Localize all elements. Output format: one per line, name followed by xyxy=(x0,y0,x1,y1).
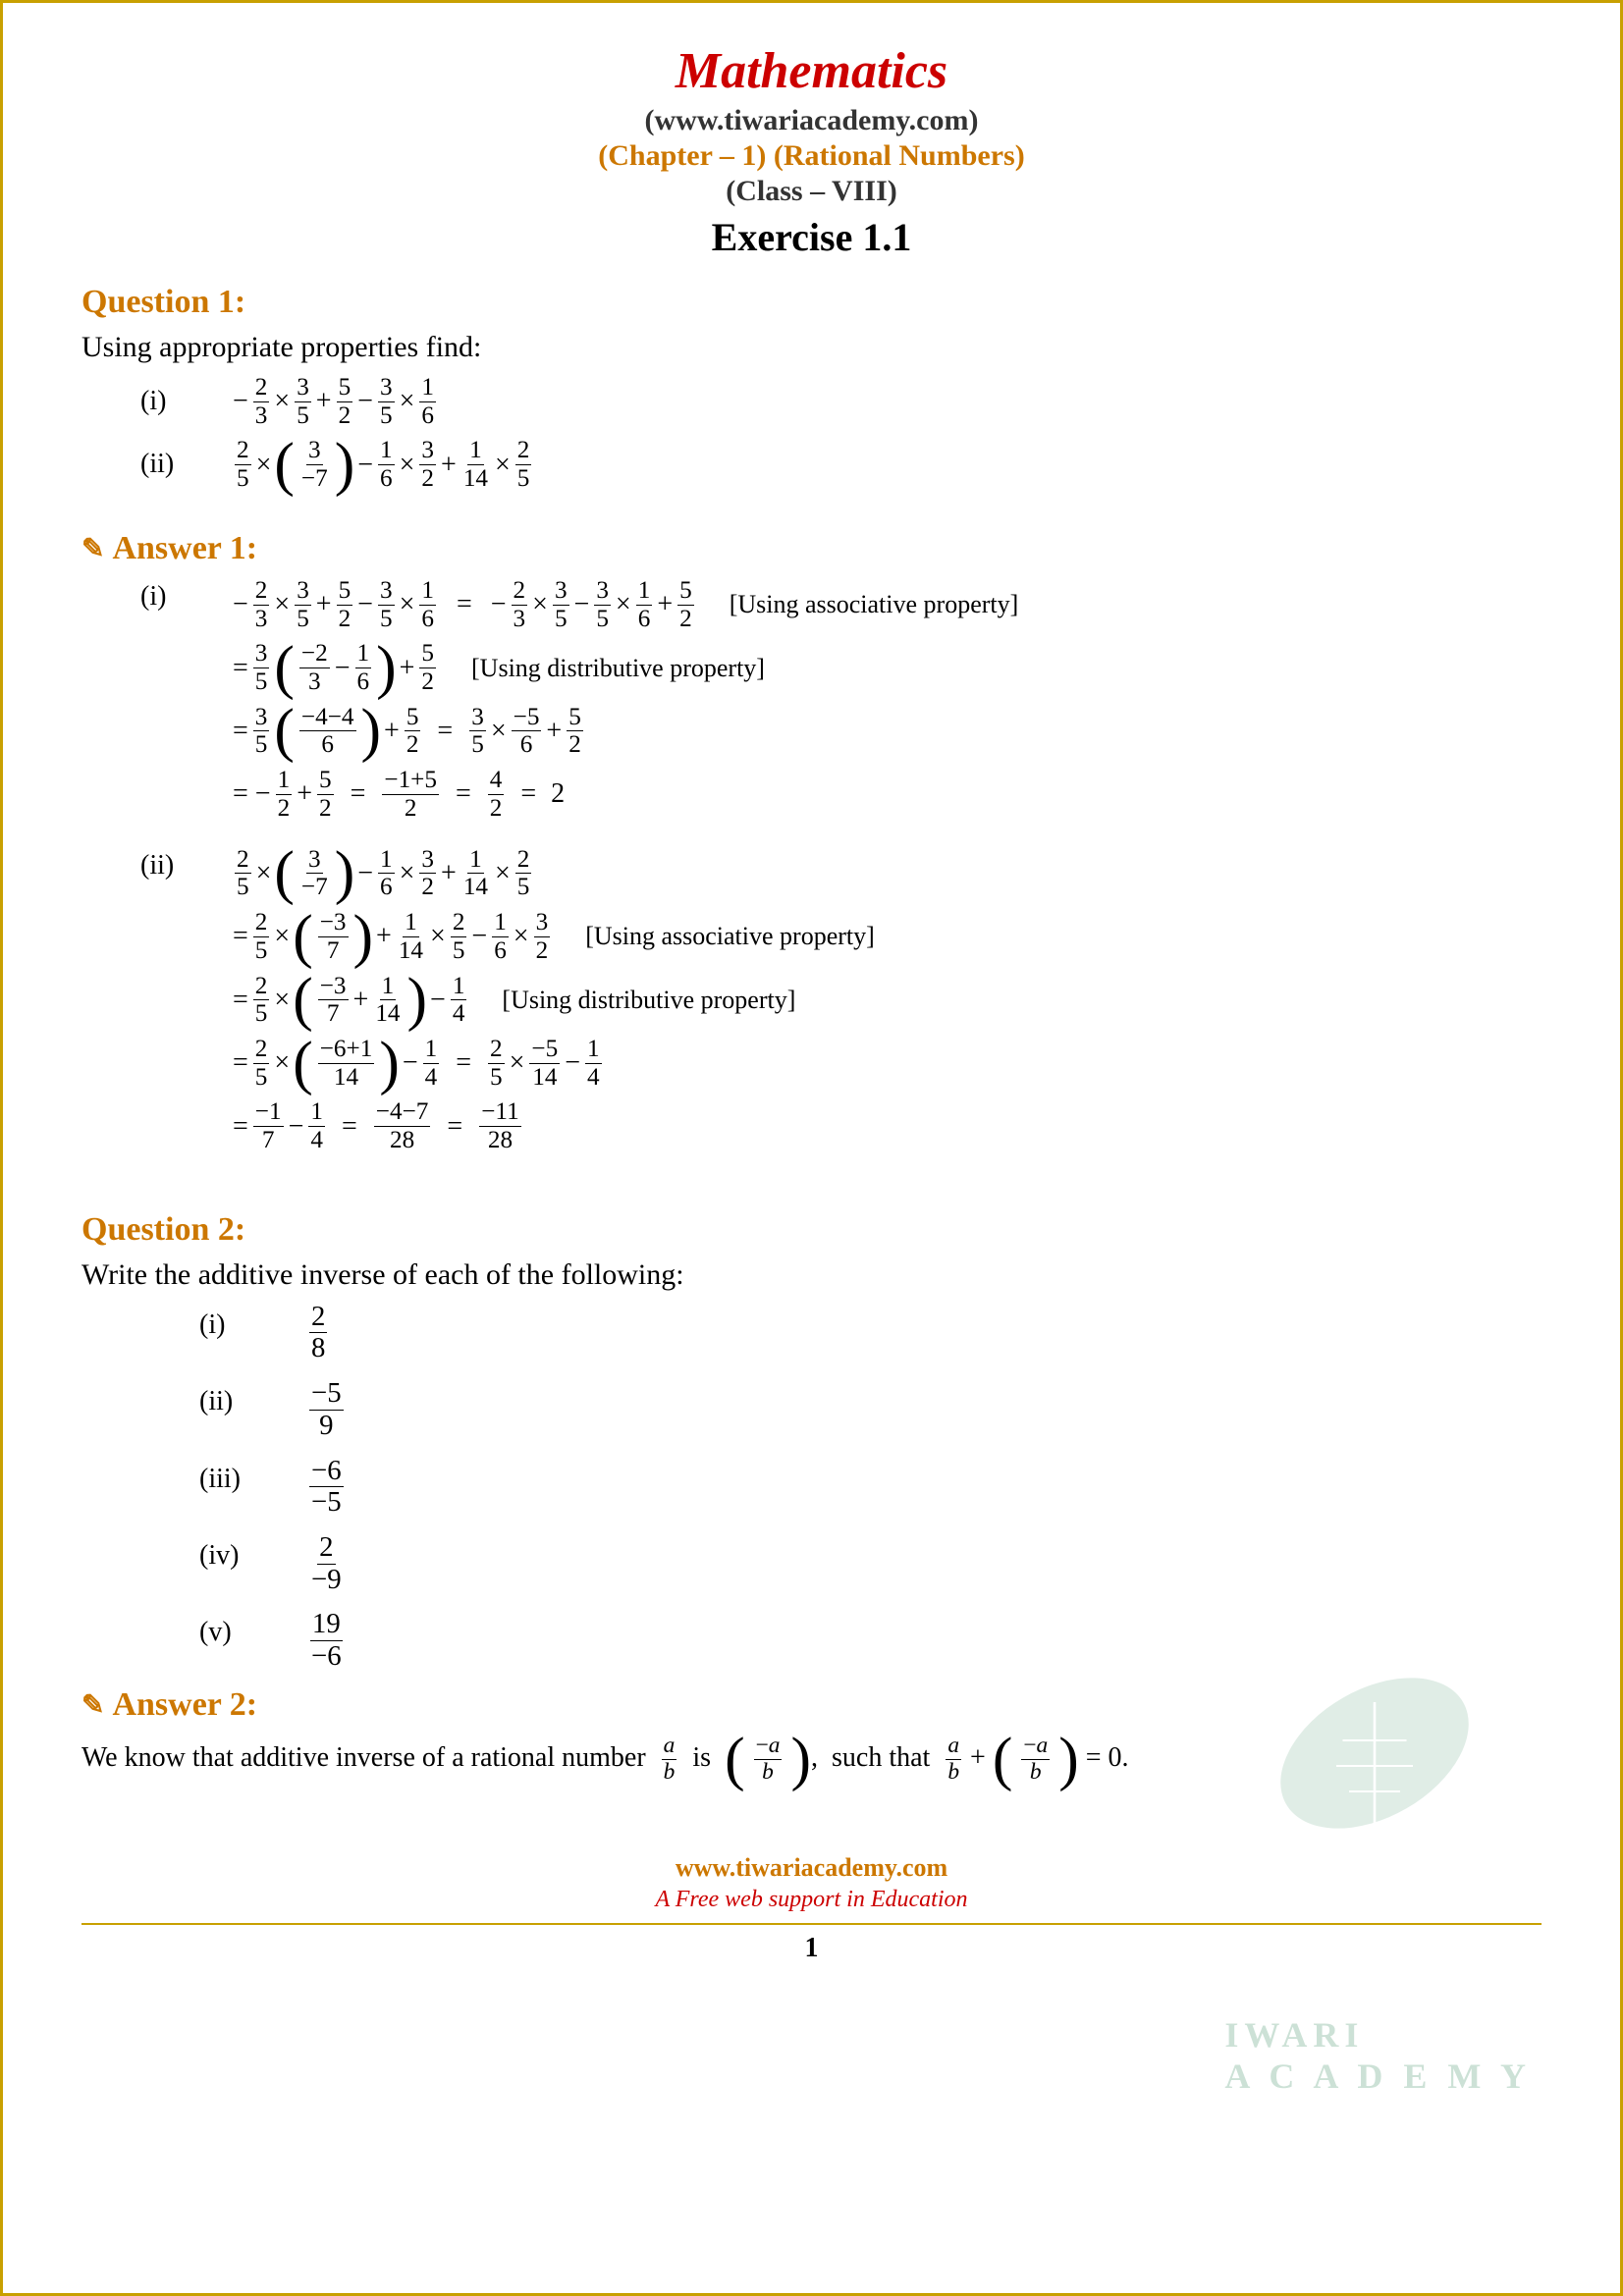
q1-parts: (i) − 23 × 35 + 52 − 35 × 16 (ii) 25 × (… xyxy=(140,374,1542,493)
a1i-line4: = − 12 + 52 = −1+52 = 42 = 2 xyxy=(140,767,1542,822)
page-class: (Class – VIII) xyxy=(81,175,1542,208)
a1ii-line2: = 25 × ( −37 ) + 114 × 25 − 16 × 32 [Usi… xyxy=(140,909,1542,964)
exercise-title: Exercise 1.1 xyxy=(81,214,1542,260)
a1ii-line1: (ii) 25 × ( 3−7 ) − 16 × 32 + 114 × 25 xyxy=(140,846,1542,901)
a1i-line3: = 35 ( −4−46 ) + 52 = 35 × −56 + 52 xyxy=(140,704,1542,759)
question1-text: Using appropriate properties find: xyxy=(81,331,1542,364)
edit-icon2: ✎ xyxy=(81,1688,104,1722)
a1i-line2: = 35 ( −23 − 16 ) + 52 [Using distributi… xyxy=(140,640,1542,695)
question1-heading: Question 1: xyxy=(81,284,1542,321)
a1ii-line4: = 25 × ( −6+114 ) − 14 = 25 × −514 − 14 xyxy=(140,1036,1542,1091)
q2-item-ii: (ii) −5 9 xyxy=(199,1378,1542,1441)
footer-tagline: A Free web support in Education xyxy=(81,1887,1542,1913)
a1i-line1: (i) − 23 × 35 + 52 − 35 × 16 = − 23 × 35… xyxy=(140,577,1542,632)
answer1-block: (i) − 23 × 35 + 52 − 35 × 16 = − 23 × 35… xyxy=(140,577,1542,1154)
page-subtitle: (www.tiwariacademy.com) xyxy=(81,104,1542,137)
a1ii-line5: = −17 − 14 = −4−728 = −1128 xyxy=(140,1098,1542,1153)
q1i-expression: (i) − 23 × 35 + 52 − 35 × 16 xyxy=(140,374,1542,429)
q2-item-iv: (iv) 2 −9 xyxy=(199,1532,1542,1595)
q2-item-i: (i) 2 8 xyxy=(199,1302,1542,1364)
page-container: Mathematics (www.tiwariacademy.com) (Cha… xyxy=(0,0,1623,2296)
answer2-heading: ✎ Answer 2: xyxy=(81,1686,1542,1724)
question2-heading: Question 2: xyxy=(81,1211,1542,1249)
q2-item-iii: (iii) −6 −5 xyxy=(199,1456,1542,1519)
answer1-heading: ✎ Answer 1: xyxy=(81,530,1542,567)
answer2-text: We know that additive inverse of a ratio… xyxy=(81,1734,1542,1786)
question2-text: Write the additive inverse of each of th… xyxy=(81,1258,1542,1292)
footer-website: www.tiwariacademy.com xyxy=(81,1853,1542,1883)
watermark-text: IWARIA C A D E M Y xyxy=(1224,2014,1532,2097)
page-number: 1 xyxy=(81,1923,1542,1964)
edit-icon: ✎ xyxy=(81,532,104,565)
page-chapter: (Chapter – 1) (Rational Numbers) xyxy=(81,139,1542,173)
q2-item-v: (v) 19 −6 xyxy=(199,1609,1542,1672)
q2-items: (i) 2 8 (ii) −5 9 (iii) −6 −5 (iv) 2 −9 xyxy=(199,1302,1542,1673)
a1ii-line3: = 25 × ( −37 + 114 ) − 14 [Using distrib… xyxy=(140,973,1542,1028)
page-title: Mathematics xyxy=(81,42,1542,100)
q1ii-expression: (ii) 25 × ( 3−7 ) − 16 × 32 + 114 × 25 xyxy=(140,437,1542,492)
